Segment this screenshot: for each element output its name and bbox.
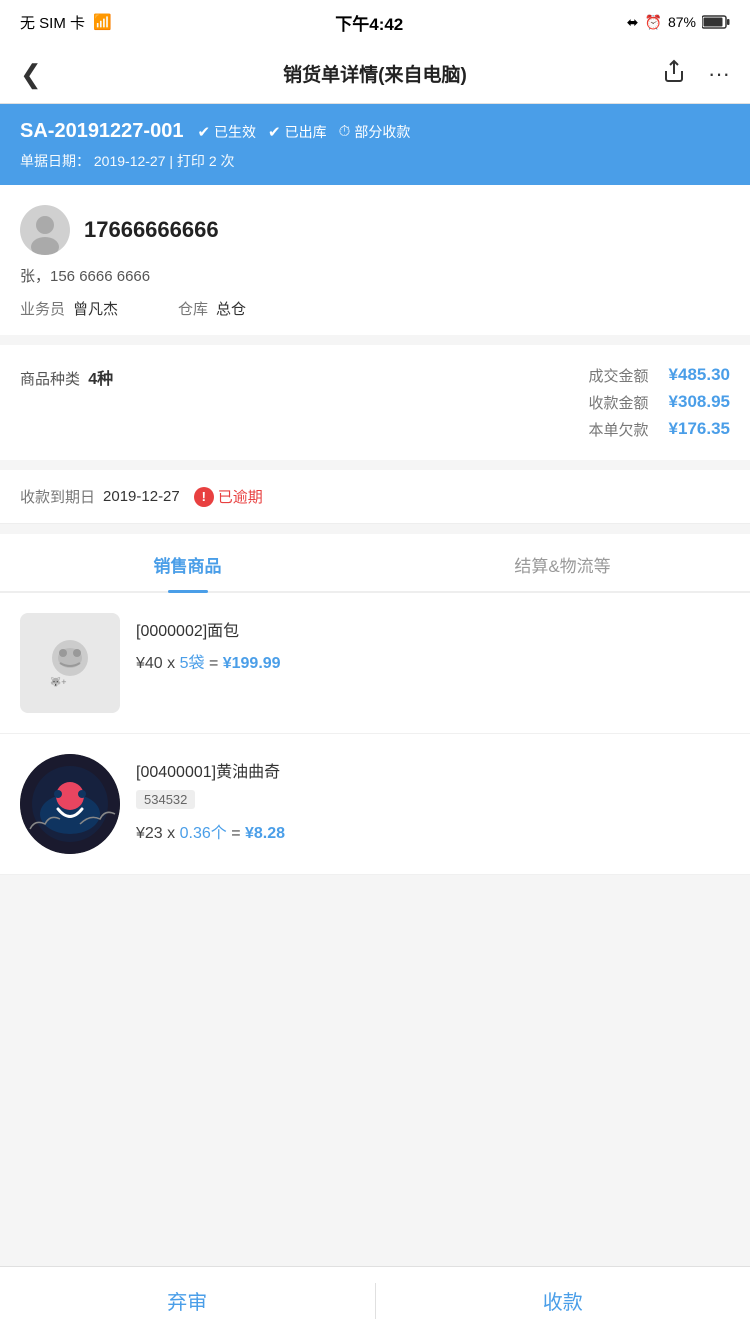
customer-meta: 业务员 曾凡杰 仓库 总仓 [20, 298, 730, 319]
tab-sales-products[interactable]: 销售商品 [0, 534, 375, 591]
warehouse-value: 总仓 [216, 298, 246, 319]
share-button[interactable] [662, 59, 686, 89]
sales-person-label: 业务员 [20, 298, 65, 319]
product-thumbnail-cookie [20, 754, 120, 854]
status-bar-time: 下午4:42 [335, 10, 403, 35]
check-icon-active: ✔ [197, 123, 210, 141]
product-total-cookie: ¥8.28 [245, 825, 285, 842]
sales-person-value: 曾凡杰 [73, 298, 118, 319]
status-bar: 无 SIM 卡 📶 下午4:42 ⬌ ⏰ 87% [0, 0, 750, 44]
badge-partial: ⏱ 部分收款 [339, 122, 411, 142]
summary-right: 成交金额 ¥485.30 收款金额 ¥308.95 本单欠款 ¥176.35 [589, 365, 730, 440]
status-badges: ✔ 已生效 ✔ 已出库 ⏱ 部分收款 [197, 122, 410, 142]
product-name-bread: [0000002]面包 [136, 617, 730, 641]
product-qty-bread: 5袋 [180, 655, 205, 672]
customer-section: 17666666666 张，156 6666 6666 业务员 曾凡杰 仓库 总… [0, 185, 750, 335]
transaction-amount: ¥485.30 [669, 365, 730, 386]
transaction-label: 成交金额 [589, 365, 649, 386]
wifi-icon: 📶 [93, 13, 112, 31]
product-price-bread: ¥40 x 5袋 = ¥199.99 [136, 649, 730, 673]
status-bar-right: ⬌ ⏰ 87% [627, 14, 730, 31]
avatar-icon [20, 205, 70, 255]
goods-type-count: 4种 [88, 371, 113, 388]
back-button[interactable]: ❮ [20, 61, 42, 87]
product-total-bread: ¥199.99 [223, 655, 281, 672]
summary-section: 商品种类 4种 成交金额 ¥485.30 收款金额 ¥308.95 本单欠款 ¥… [0, 345, 750, 460]
debt-label: 本单欠款 [589, 419, 649, 440]
due-section: 收款到期日 2019-12-27 ! 已逾期 [0, 470, 750, 524]
collect-payment-button[interactable]: 收款 [376, 1276, 750, 1325]
battery-label: 87% [668, 14, 696, 30]
tab-settlement[interactable]: 结算&物流等 [375, 534, 750, 591]
order-number: SA-20191227-001 [20, 120, 183, 143]
abandon-review-button[interactable]: 弃审 [0, 1276, 375, 1325]
due-date-value: 2019-12-27 [103, 488, 180, 505]
product-item-cookie: [00400001]黄油曲奇 534532 ¥23 x 0.36个 = ¥8.2… [0, 734, 750, 875]
customer-avatar [20, 205, 70, 255]
product-info-bread: [0000002]面包 ¥40 x 5袋 = ¥199.99 [136, 613, 730, 673]
overdue-text: 已逾期 [218, 486, 263, 507]
product-item-bread: 🐺+ [0000002]面包 ¥40 x 5袋 = ¥199.99 [0, 593, 750, 734]
received-amount: ¥308.95 [669, 392, 730, 413]
battery-icon [702, 15, 730, 29]
badge-active: ✔ 已生效 [197, 122, 256, 142]
product-qty-cookie: 0.36个 [180, 825, 227, 842]
product-info-cookie: [00400001]黄油曲奇 534532 ¥23 x 0.36个 = ¥8.2… [136, 754, 730, 843]
clock-icon: ⏱ [339, 123, 351, 140]
status-bar-left: 无 SIM 卡 📶 [20, 12, 112, 33]
alarm-icon: ⏰ [645, 14, 662, 31]
bottom-actions: 弃审 收款 [0, 1266, 750, 1334]
badge-shipped: ✔ 已出库 [268, 122, 327, 142]
nav-bar: ❮ 销货单详情(来自电脑) ··· [0, 44, 750, 104]
product-thumbnail-bread: 🐺+ [20, 613, 120, 713]
svg-text:🐺+: 🐺+ [50, 676, 66, 687]
location-icon: ⬌ [627, 14, 639, 31]
received-label: 收款金额 [589, 392, 649, 413]
customer-account: 17666666666 [84, 217, 219, 243]
product-badge-cookie: 534532 [136, 790, 195, 809]
product-name-cookie: [00400001]黄油曲奇 [136, 758, 730, 782]
product-price-cookie: ¥23 x 0.36个 = ¥8.28 [136, 819, 730, 843]
page-title: 销货单详情(来自电脑) [283, 60, 467, 87]
overdue-icon: ! [194, 487, 214, 507]
nav-actions: ··· [662, 59, 730, 89]
order-header: SA-20191227-001 ✔ 已生效 ✔ 已出库 ⏱ 部分收款 单据日期：… [0, 104, 750, 185]
more-button[interactable]: ··· [708, 61, 730, 87]
cookie-product-image [20, 754, 120, 854]
bread-placeholder-icon: 🐺+ [40, 633, 100, 693]
overdue-badge: ! 已逾期 [194, 486, 263, 507]
check-icon-shipped: ✔ [268, 123, 281, 141]
order-date: 单据日期： 2019-12-27 | 打印 2 次 [20, 151, 730, 171]
due-label: 收款到期日 [20, 486, 95, 507]
products-section: 🐺+ [0000002]面包 ¥40 x 5袋 = ¥199.99 [0, 593, 750, 875]
goods-type-label: 商品种类 [20, 371, 80, 388]
summary-left: 商品种类 4种 [20, 365, 113, 393]
warehouse-label: 仓库 [178, 298, 208, 319]
carrier-label: 无 SIM 卡 [20, 12, 85, 33]
tabs-section: 销售商品 结算&物流等 [0, 534, 750, 593]
debt-amount: ¥176.35 [669, 419, 730, 440]
customer-detail: 张，156 6666 6666 [20, 265, 730, 286]
